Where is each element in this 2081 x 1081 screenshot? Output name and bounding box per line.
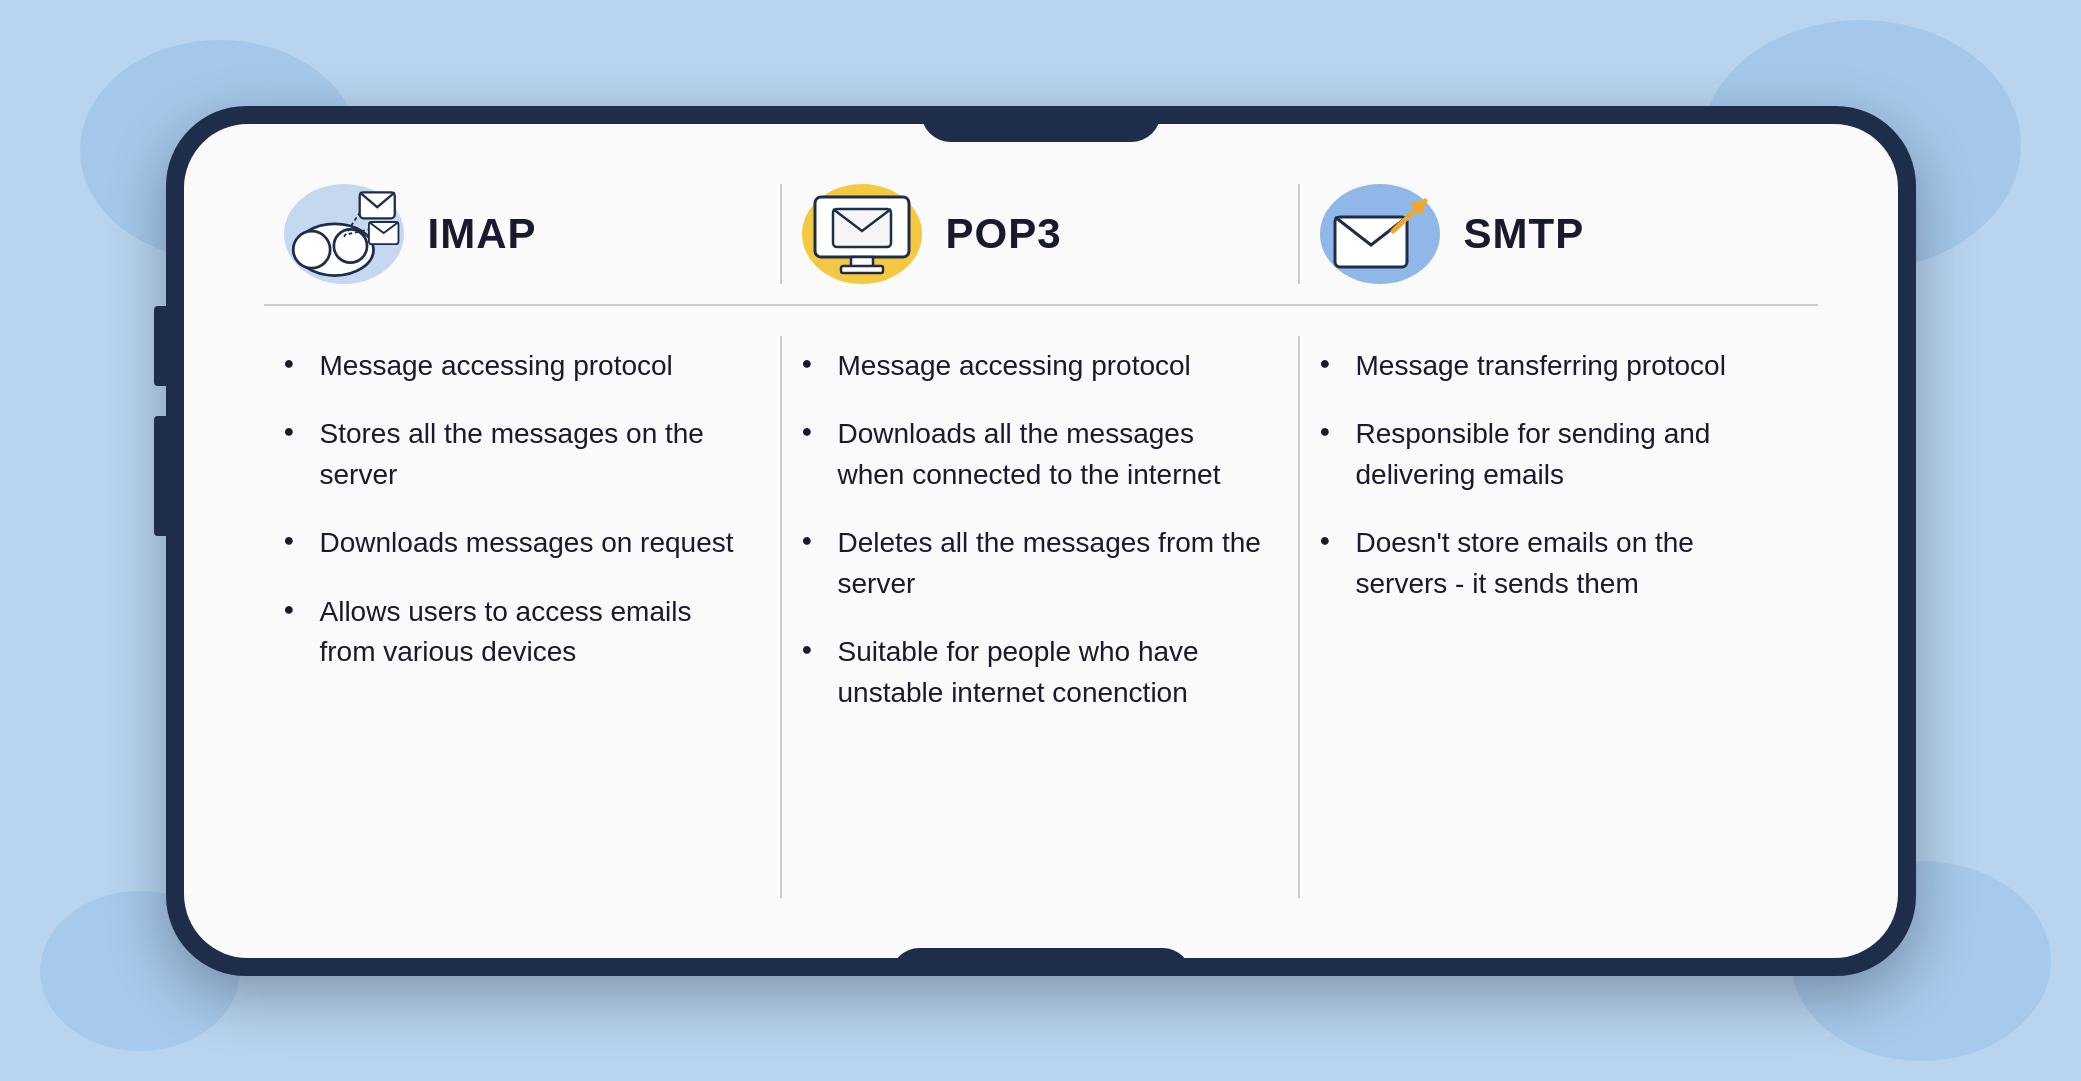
pop3-bullet-list: Message accessing protocol Downloads all… <box>802 346 1268 714</box>
imap-point-3: Downloads messages on request <box>284 523 750 564</box>
smtp-icon-circle <box>1320 184 1440 284</box>
pop3-title: POP3 <box>946 210 1062 258</box>
pop3-header-cell: POP3 <box>782 184 1300 284</box>
phone-notch-top <box>921 106 1161 142</box>
pop3-icon-circle <box>802 184 922 284</box>
smtp-point-1: Message transferring protocol <box>1320 346 1788 387</box>
smtp-bullet-list: Message transferring protocol Responsibl… <box>1320 346 1788 605</box>
smtp-body-col: Message transferring protocol Responsibl… <box>1300 336 1818 898</box>
table-body: Message accessing protocol Stores all th… <box>264 336 1818 898</box>
imap-point-4: Allows users to access emails from vario… <box>284 592 750 673</box>
smtp-icon <box>1325 189 1435 279</box>
imap-header-cell: IMAP <box>264 184 782 284</box>
svg-point-1 <box>293 231 330 268</box>
phone-notch-bottom <box>891 948 1191 976</box>
phone-side-button-top <box>154 306 166 386</box>
imap-point-1: Message accessing protocol <box>284 346 750 387</box>
phone-side-button-mid <box>154 416 166 536</box>
pop3-point-3: Deletes all the messages from the server <box>802 523 1268 604</box>
imap-icon-circle <box>284 184 404 284</box>
comparison-table: IMAP <box>264 184 1818 898</box>
imap-title: IMAP <box>428 210 537 258</box>
pop3-body-col: Message accessing protocol Downloads all… <box>782 336 1300 898</box>
phone-screen: IMAP <box>184 124 1898 958</box>
imap-body-col: Message accessing protocol Stores all th… <box>264 336 782 898</box>
smtp-title: SMTP <box>1464 210 1585 258</box>
imap-icon <box>284 179 404 289</box>
pop3-icon <box>807 189 917 279</box>
pop3-point-1: Message accessing protocol <box>802 346 1268 387</box>
pop3-point-4: Suitable for people who have unstable in… <box>802 632 1268 713</box>
smtp-point-2: Responsible for sending and delivering e… <box>1320 414 1788 495</box>
smtp-point-3: Doesn't store emails on the servers - it… <box>1320 523 1788 604</box>
imap-bullet-list: Message accessing protocol Stores all th… <box>284 346 750 674</box>
imap-point-2: Stores all the messages on the server <box>284 414 750 495</box>
phone-frame: IMAP <box>166 106 1916 976</box>
smtp-header-cell: SMTP <box>1300 184 1818 284</box>
pop3-point-2: Downloads all the messages when connecte… <box>802 414 1268 495</box>
svg-rect-9 <box>841 266 883 273</box>
table-header: IMAP <box>264 184 1818 306</box>
